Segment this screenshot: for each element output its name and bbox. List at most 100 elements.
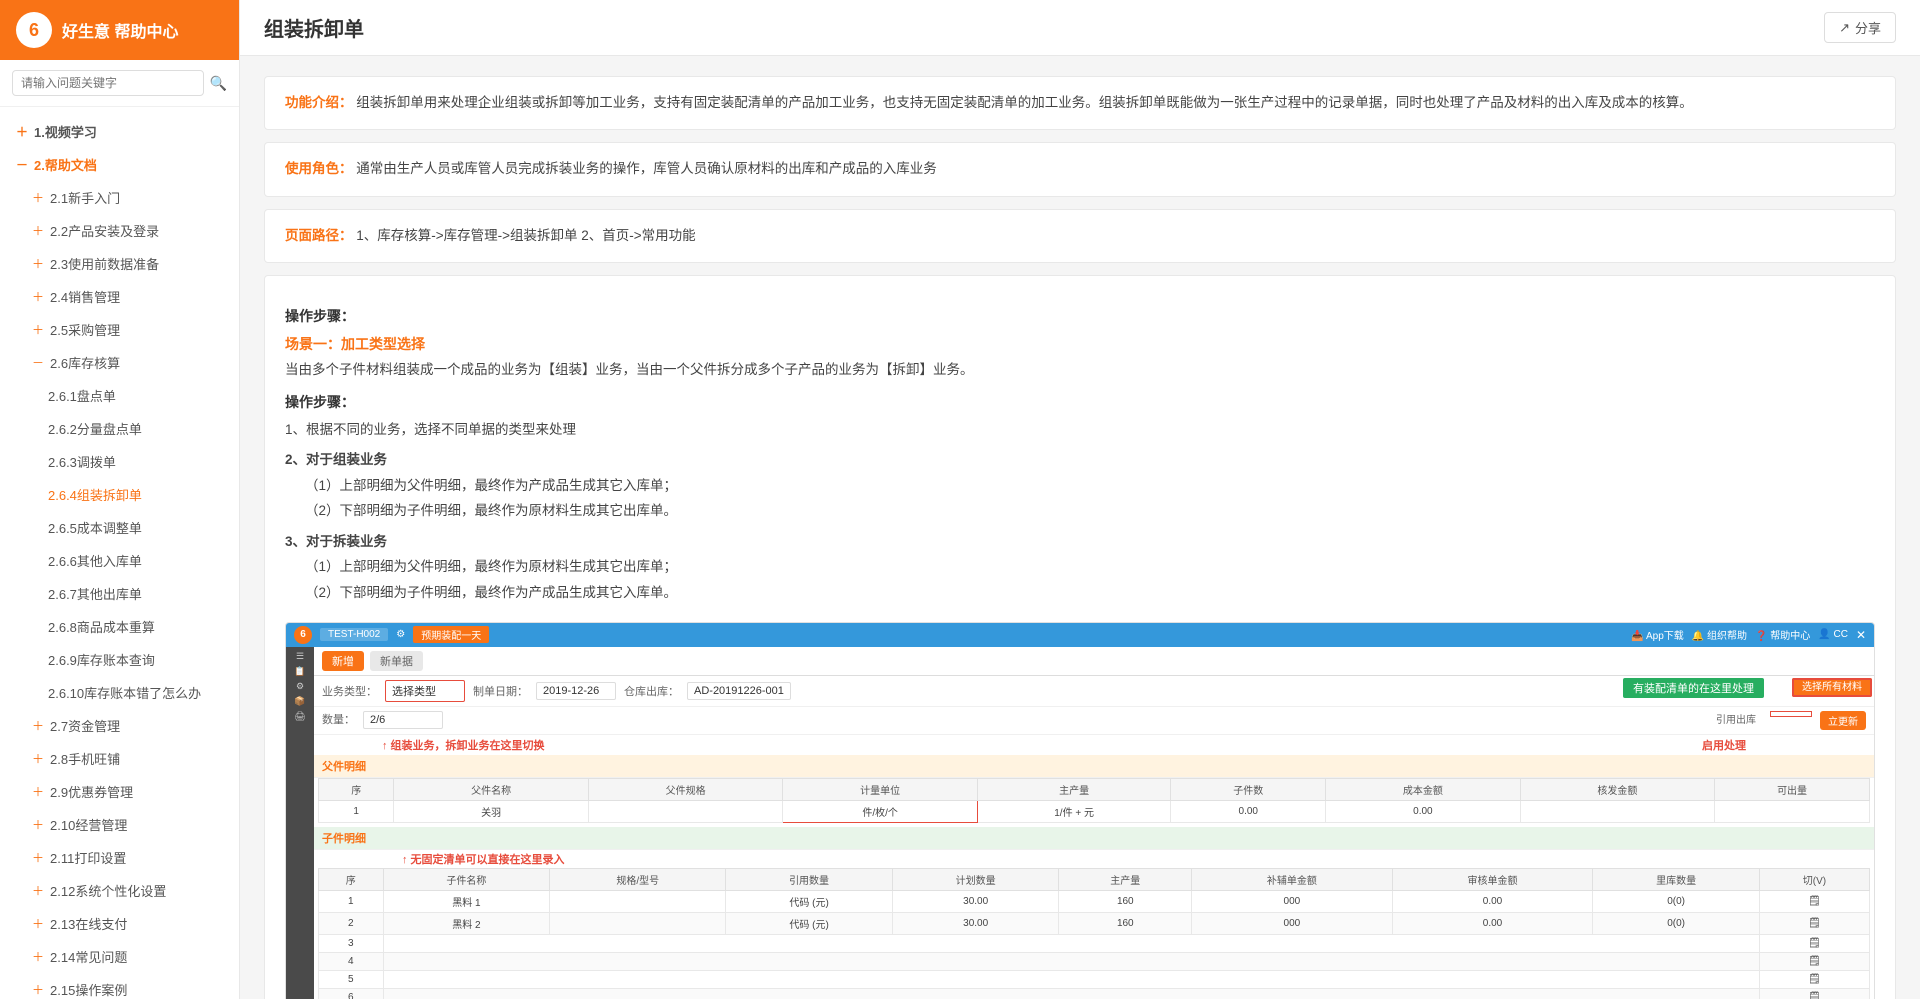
sidebar-item-label: 2.6.4组装拆卸单 bbox=[48, 485, 142, 504]
sidebar-item-2-6-1[interactable]: 2.6.1盘点单 bbox=[0, 379, 239, 412]
sidebar-item-video[interactable]: ＋ 1.视频学习 bbox=[0, 115, 239, 148]
sidebar-item-label: 2.6.5成本调整单 bbox=[48, 518, 142, 537]
sidebar-item-2-6-2[interactable]: 2.6.2分量盘点单 bbox=[0, 412, 239, 445]
plus-icon: ＋ bbox=[32, 948, 44, 965]
search-box[interactable]: 🔍 bbox=[0, 60, 239, 107]
date-input[interactable]: 2019-12-26 bbox=[536, 682, 616, 700]
sidebar-item-2-6[interactable]: － 2.6库存核算 bbox=[0, 346, 239, 379]
path-text: 1、库存核算->库存管理->组装拆卸单 2、首页->常用功能 bbox=[356, 228, 695, 243]
path-box: 页面路径： 1、库存核算->库存管理->组装拆卸单 2、首页->常用功能 bbox=[264, 209, 1896, 263]
sidebar-item-2-11[interactable]: ＋ 2.11打印设置 bbox=[0, 841, 239, 874]
col-parent-spec: 父件规格 bbox=[588, 778, 782, 800]
sidebar-item-label: 2.2产品安装及登录 bbox=[50, 221, 159, 240]
sub-cell-planqty: 30.00 bbox=[892, 890, 1059, 912]
sidebar-item-label: 2.4销售管理 bbox=[50, 287, 120, 306]
date-label: 制单日期： bbox=[473, 683, 528, 699]
scene1-desc: 当由多个子件材料组装成一个成品的业务为【组装】业务，当由一个父件拆分成多个子产品… bbox=[285, 358, 1875, 382]
search-input[interactable] bbox=[12, 70, 204, 96]
sidebar-item-2-5[interactable]: ＋ 2.5采购管理 bbox=[0, 313, 239, 346]
annotation-bottom-text: ↑ 无固定清单可以直接在这里录入 bbox=[402, 854, 565, 866]
select-material-btn[interactable]: 选择所有材料 bbox=[1792, 678, 1872, 693]
type-select[interactable]: 选择类型 bbox=[385, 680, 465, 702]
plus-icon: ＋ bbox=[32, 255, 44, 272]
sub-cell-seq: 5 bbox=[319, 970, 384, 988]
sidebar-item-label: 2.6库存核算 bbox=[50, 353, 120, 372]
nav-icon-4: 📦 bbox=[294, 696, 305, 707]
role-label: 使用角色： bbox=[285, 161, 353, 176]
sidebar-item-2-8[interactable]: ＋ 2.8手机旺铺 bbox=[0, 742, 239, 775]
sidebar-item-2-6-8[interactable]: 2.6.8商品成本重算 bbox=[0, 610, 239, 643]
sidebar-item-2-10[interactable]: ＋ 2.10经营管理 bbox=[0, 808, 239, 841]
tab-draft[interactable]: 新单据 bbox=[370, 651, 423, 671]
share-button[interactable]: ↗ 分享 bbox=[1824, 12, 1896, 43]
nav-icon-3: ⚙ bbox=[296, 681, 304, 692]
intro-text: 组装拆卸单用来处理企业组装或拆卸等加工业务，支持有固定装配清单的产品加工业务，也… bbox=[356, 95, 1693, 110]
app-close-icon[interactable]: ✕ bbox=[1856, 628, 1866, 642]
sidebar-item-2-6-5[interactable]: 2.6.5成本调整单 bbox=[0, 511, 239, 544]
sidebar-item-2-6-4[interactable]: 2.6.4组装拆卸单 bbox=[0, 478, 239, 511]
sub-table-row: 5 🗒 bbox=[319, 970, 1870, 988]
sub-col-spec: 规格/型号 bbox=[550, 868, 726, 890]
logo-icon: 6 bbox=[16, 12, 52, 48]
role-box: 使用角色： 通常由生产人员或库管人员完成拆装业务的操作，库管人员确认原材料的出库… bbox=[264, 142, 1896, 196]
sidebar-item-2-6-3[interactable]: 2.6.3调拨单 bbox=[0, 445, 239, 478]
sub-cell-seq: 6 bbox=[319, 988, 384, 999]
plus-icon: ＋ bbox=[32, 915, 44, 932]
sidebar-item-2-1[interactable]: ＋ 2.1新手入门 bbox=[0, 181, 239, 214]
sub-cell-cut: 🗒 bbox=[1759, 988, 1869, 999]
plus-icon: ＋ bbox=[32, 816, 44, 833]
sub-table-row: 6 🗒 bbox=[319, 988, 1870, 999]
sidebar-item-2-12[interactable]: ＋ 2.12系统个性化设置 bbox=[0, 874, 239, 907]
sub-cell-spec bbox=[550, 912, 726, 934]
fake-app: 6 TEST-H002 ⚙ 预期装配一天 📥 App下载 🔔 组织帮助 ❓ 帮助… bbox=[286, 623, 1874, 999]
sidebar-item-2-14[interactable]: ＋ 2.14常见问题 bbox=[0, 940, 239, 973]
sub-cell-name: 黑料 1 bbox=[383, 890, 550, 912]
app-config-btn[interactable]: 预期装配一天 bbox=[413, 626, 489, 643]
sidebar-item-2-3[interactable]: ＋ 2.3使用前数据准备 bbox=[0, 247, 239, 280]
step3-2: （2）下部明细为子件明细，最终作为产成品生成其它入库单。 bbox=[305, 580, 1875, 606]
sub-cell-seq: 3 bbox=[319, 934, 384, 952]
sidebar-item-label: 2.6.8商品成本重算 bbox=[48, 617, 155, 636]
app-icon-3: ❓ 帮助中心 bbox=[1755, 627, 1810, 642]
step2-2: （2）下部明细为子件明细，最终作为原材料生成其它出库单。 bbox=[305, 498, 1875, 524]
sidebar-item-label: 2.11打印设置 bbox=[50, 848, 126, 867]
plus-icon: ＋ bbox=[32, 222, 44, 239]
sidebar-item-2-7[interactable]: ＋ 2.7资金管理 bbox=[0, 709, 239, 742]
sidebar-item-2-6-6[interactable]: 2.6.6其他入库单 bbox=[0, 544, 239, 577]
qty-input[interactable]: 2/6 bbox=[363, 711, 443, 729]
sub-section-title: 子件明细 bbox=[314, 827, 1874, 850]
sidebar-item-2-15[interactable]: ＋ 2.15操作案例 bbox=[0, 973, 239, 999]
store-input[interactable]: AD-20191226-001 bbox=[687, 682, 791, 700]
sub-col-name: 子件名称 bbox=[383, 868, 550, 890]
sidebar-item-2-4[interactable]: ＋ 2.4销售管理 bbox=[0, 280, 239, 313]
col-unit: 计量单位 bbox=[783, 778, 977, 800]
col-main-qty: 主产量 bbox=[977, 778, 1171, 800]
sub-cell-empty bbox=[383, 970, 1759, 988]
sub-cell-empty bbox=[383, 988, 1759, 999]
plus-icon: ＋ bbox=[32, 717, 44, 734]
sidebar-item-2-9[interactable]: ＋ 2.9优惠券管理 bbox=[0, 775, 239, 808]
sidebar-item-label: 2.10经营管理 bbox=[50, 815, 127, 834]
sidebar-item-docs[interactable]: － 2.帮助文档 bbox=[0, 148, 239, 181]
invoke-btn[interactable]: 立更新 bbox=[1820, 711, 1866, 730]
invoke-input[interactable] bbox=[1770, 711, 1812, 717]
cell-mainqty: 1/件 + 元 bbox=[977, 800, 1171, 822]
sidebar-item-2-6-9[interactable]: 2.6.9库存账本查询 bbox=[0, 643, 239, 676]
search-icon[interactable]: 🔍 bbox=[210, 75, 227, 92]
sidebar-item-2-6-10[interactable]: 2.6.10库存账本错了怎么办 bbox=[0, 676, 239, 709]
sidebar-item-2-2[interactable]: ＋ 2.2产品安装及登录 bbox=[0, 214, 239, 247]
sidebar-item-label: 2.6.6其他入库单 bbox=[48, 551, 142, 570]
sub-cell-auditamt: 0.00 bbox=[1392, 912, 1593, 934]
sidebar-item-label: 2.6.9库存账本查询 bbox=[48, 650, 155, 669]
share-label: 分享 bbox=[1855, 18, 1881, 37]
col-parent-name: 父件名称 bbox=[394, 778, 588, 800]
ops-heading: 操作步骤： bbox=[285, 306, 1875, 326]
app-left-nav: ☰ 📋 ⚙ 📦 🖨 bbox=[286, 647, 314, 999]
plus-icon: ＋ bbox=[32, 849, 44, 866]
sub-cell-seq: 2 bbox=[319, 912, 384, 934]
tab-new[interactable]: 新增 bbox=[322, 651, 364, 671]
form-row-2: 数量： 2/6 引用出库 立更新 bbox=[314, 707, 1874, 735]
sidebar-item-2-13[interactable]: ＋ 2.13在线支付 bbox=[0, 907, 239, 940]
annotation-right-text: 启用处理 bbox=[1702, 737, 1746, 753]
sidebar-item-2-6-7[interactable]: 2.6.7其他出库单 bbox=[0, 577, 239, 610]
